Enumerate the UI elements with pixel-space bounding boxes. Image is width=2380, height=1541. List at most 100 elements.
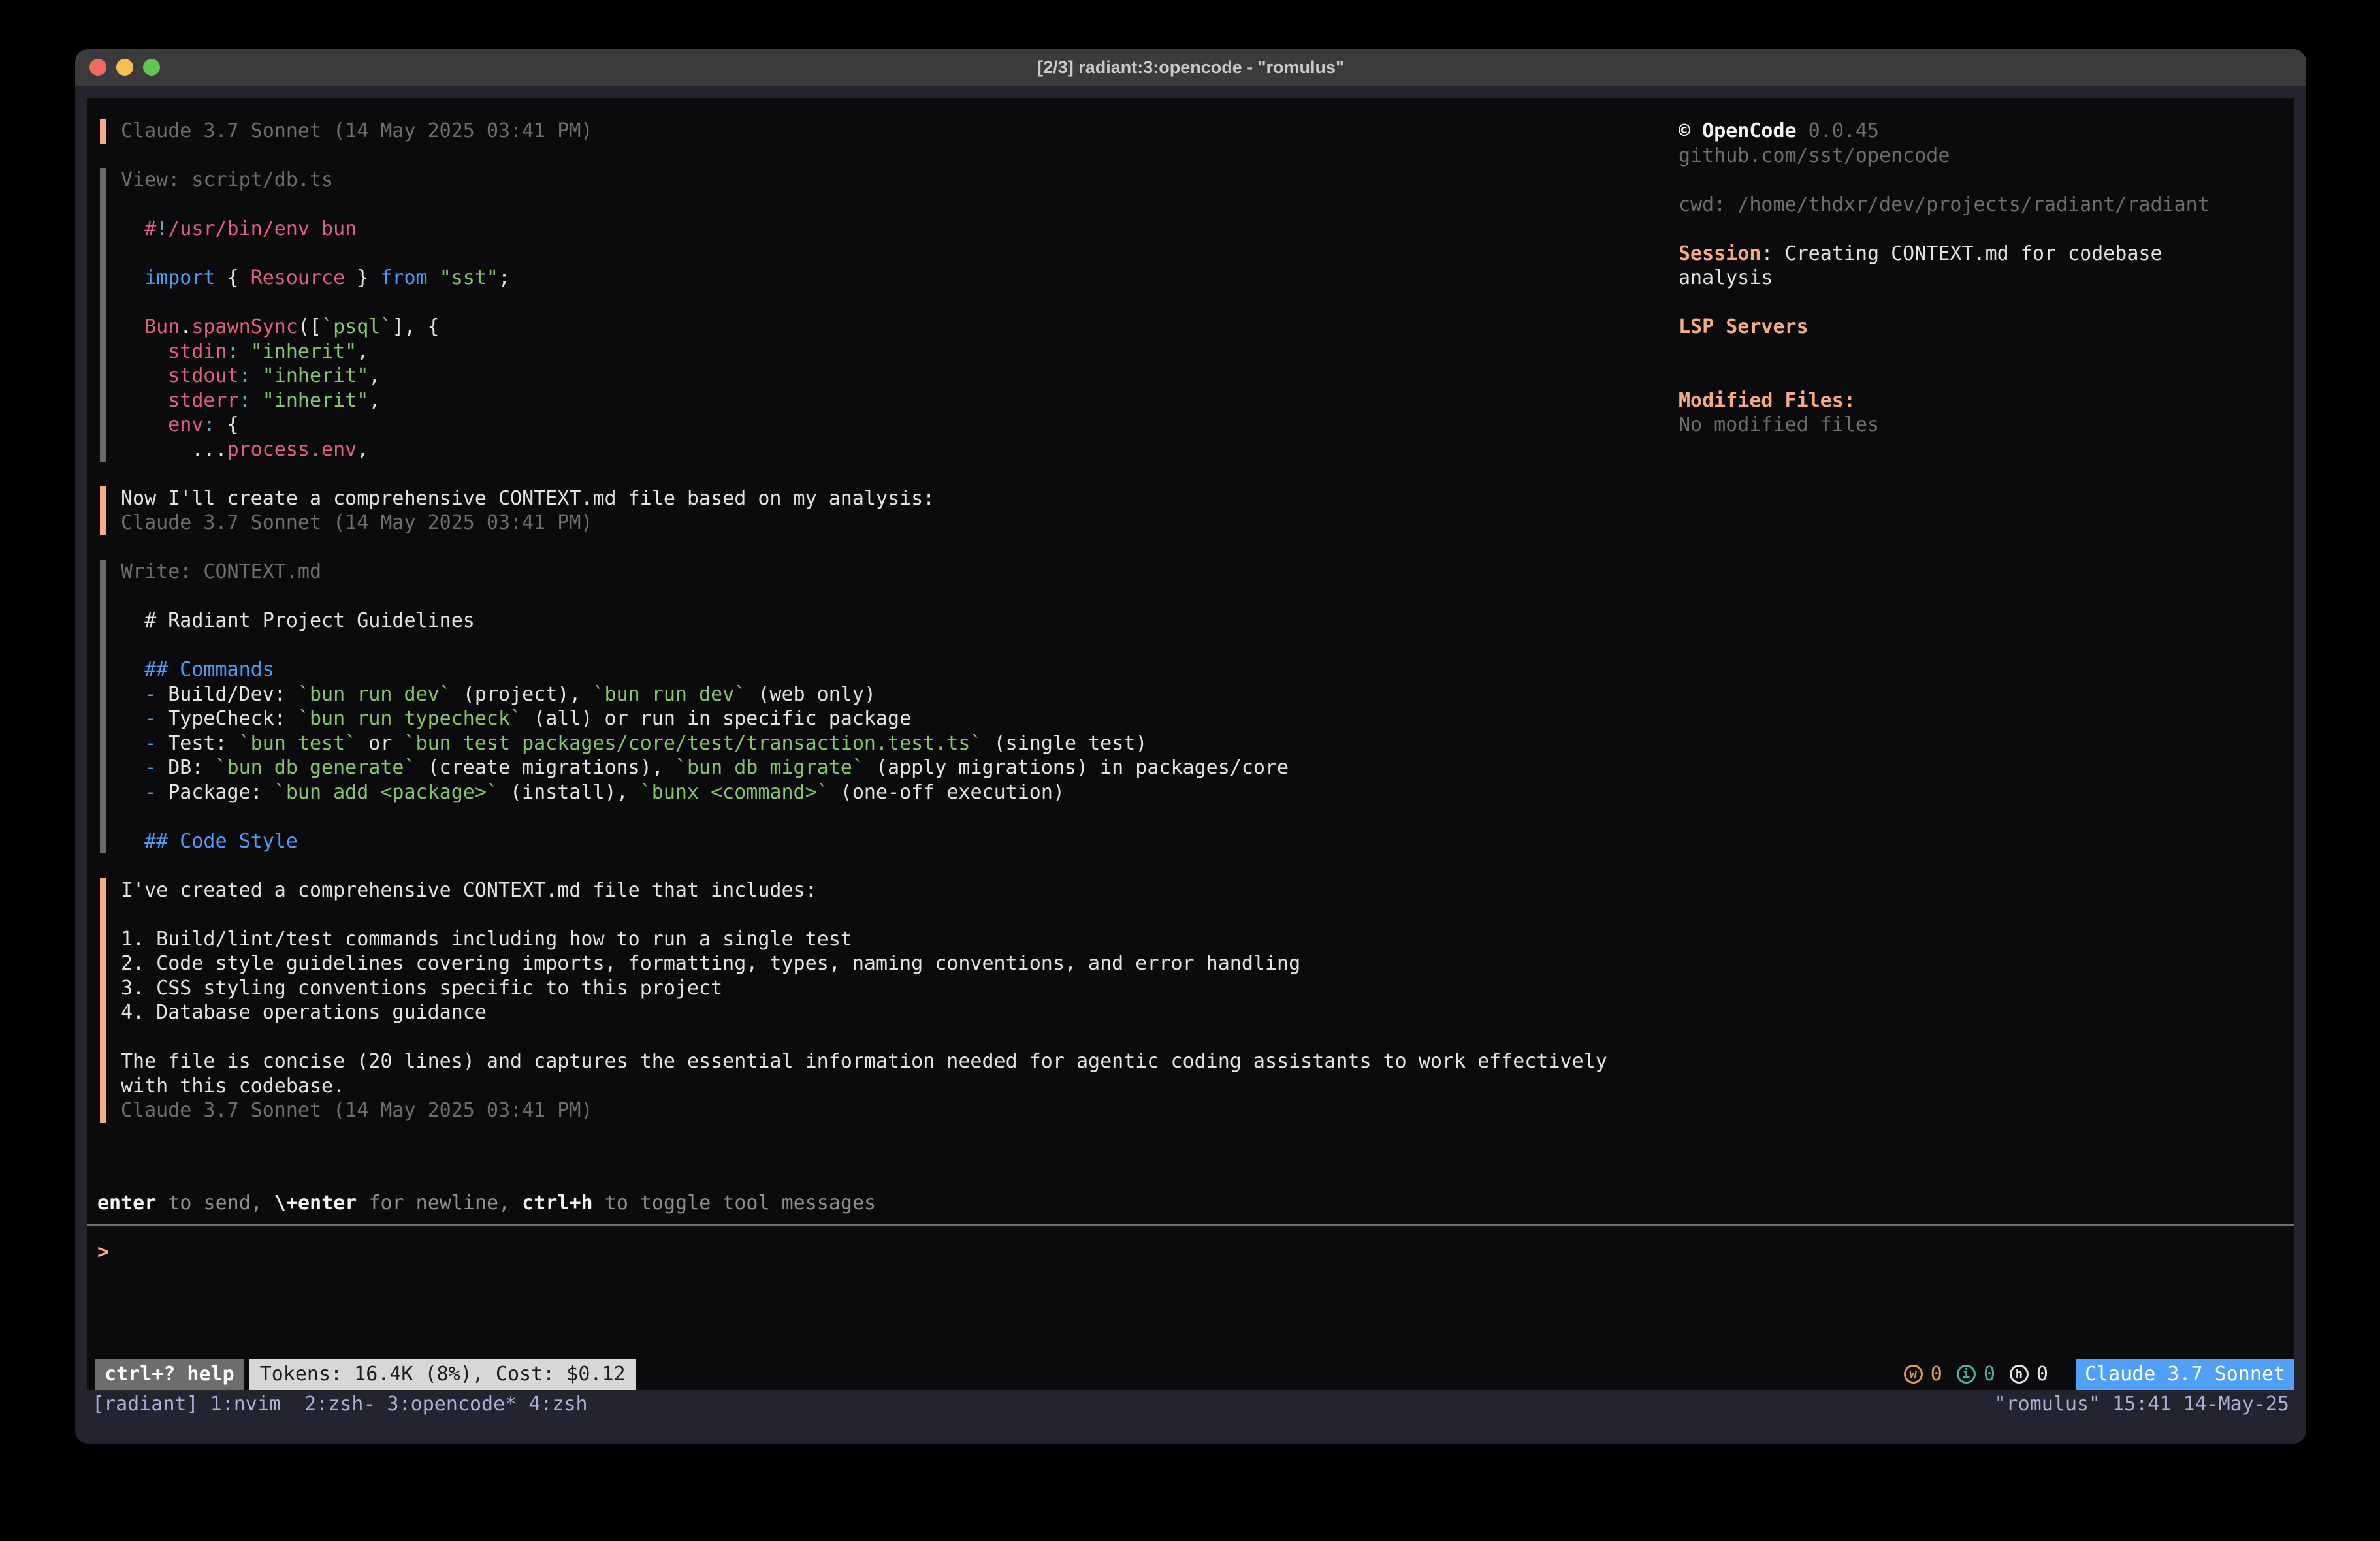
terminal-line: Modified Files:	[1679, 389, 2294, 413]
text-segment: (web only)	[746, 683, 876, 706]
text-segment: `bun test`	[239, 732, 357, 755]
text-segment: ;	[498, 266, 510, 289]
text-segment: 4. Database operations guidance	[121, 1001, 487, 1024]
text-segment: `bun run dev`	[593, 683, 747, 706]
text-segment: }	[345, 266, 380, 289]
text-segment: No modified files	[1679, 413, 1879, 436]
terminal-line	[1679, 340, 2294, 364]
text-segment: Bun	[121, 315, 180, 338]
assistant-message-block: I've created a comprehensive CONTEXT.md …	[100, 878, 1733, 1123]
terminal-line: # Radiant Project Guidelines	[121, 609, 1733, 633]
minimize-button[interactable]	[116, 59, 133, 76]
help-badge: ctrl+? help	[95, 1359, 244, 1390]
terminal-line: ## Commands	[121, 658, 1733, 682]
text-segment: (install),	[498, 781, 640, 804]
counter-value: 0	[2036, 1362, 2048, 1387]
model-badge: Claude 3.7 Sonnet	[2076, 1359, 2294, 1390]
text-segment: to toggle tool messages	[593, 1192, 876, 1215]
terminal-line	[1679, 217, 2294, 242]
text-segment: `bun add <package>`	[274, 781, 498, 804]
text-segment: github.com/sst/opencode	[1679, 144, 1950, 167]
w-circle-icon: w	[1904, 1365, 1923, 1384]
text-segment: cwd: /home/thdxr/dev/projects/radiant/ra…	[1679, 193, 2210, 216]
text-segment: The file is concise (20 lines) and captu…	[121, 1050, 1607, 1073]
text-segment: :	[239, 389, 251, 412]
text-segment: : Creating CONTEXT.md for codebase	[1761, 242, 2162, 265]
tmux-status-bar: [radiant] 1:nvim 2:zsh- 3:opencode* 4:zs…	[87, 1390, 2294, 1418]
i-counter: i0	[1957, 1362, 1995, 1387]
text-segment: ,	[368, 364, 380, 387]
text-segment: stdout	[121, 364, 239, 387]
tmux-window-list[interactable]: [radiant] 1:nvim 2:zsh- 3:opencode* 4:zs…	[92, 1393, 588, 1416]
input-separator	[87, 1224, 2294, 1226]
text-segment: ## Commands	[121, 658, 274, 681]
terminal-line: View: script/db.ts	[121, 168, 1733, 193]
terminal-line: stdin: "inherit",	[121, 340, 1733, 364]
terminal-line: cwd: /home/thdxr/dev/projects/radiant/ra…	[1679, 193, 2294, 217]
terminal-line	[121, 633, 1733, 658]
text-segment: `bun test packages/core/test/transaction…	[404, 732, 982, 755]
terminal-line: enter to send, \+enter for newline, ctrl…	[97, 1191, 876, 1216]
terminal-line	[1679, 168, 2294, 193]
text-segment: Build/Dev:	[156, 683, 298, 706]
text-segment: \+enter	[274, 1192, 357, 1215]
terminal-line	[121, 291, 1733, 315]
text-segment	[239, 340, 251, 363]
text-segment: Test:	[156, 732, 238, 755]
terminal-window: [2/3] radiant:3:opencode - "romulus" Cla…	[75, 49, 2306, 1444]
status-spacer	[636, 1359, 1904, 1390]
text-segment: `psql`	[321, 315, 392, 338]
terminal-line	[1679, 291, 2294, 315]
text-segment: :	[239, 364, 251, 387]
text-segment: for newline,	[357, 1192, 522, 1215]
text-segment: (apply migrations) in packages/core	[864, 756, 1289, 779]
text-segment: -	[121, 732, 156, 755]
text-segment: analysis	[1679, 266, 1773, 289]
text-segment: -	[121, 781, 156, 804]
close-button[interactable]	[89, 59, 106, 76]
terminal-line: ## Code Style	[121, 829, 1733, 854]
terminal-line: analysis	[1679, 266, 2294, 291]
text-segment: stderr	[121, 389, 239, 412]
text-segment: from	[380, 266, 427, 289]
text-segment: /usr/bin/env bun	[168, 217, 357, 240]
text-segment: Package:	[156, 781, 274, 804]
text-segment: (one-off execution)	[829, 781, 1065, 804]
text-segment: (create migrations),	[416, 756, 675, 779]
terminal-line: LSP Servers	[1679, 315, 2294, 340]
terminal-line	[121, 902, 1733, 927]
counter-value: 0	[1984, 1362, 1995, 1387]
zoom-button[interactable]	[143, 59, 160, 76]
terminal-line: Claude 3.7 Sonnet (14 May 2025 03:41 PM)	[121, 511, 1733, 535]
prompt-input[interactable]: >	[97, 1240, 109, 1265]
terminal-line: - Test: `bun test` or `bun test packages…	[121, 731, 1733, 756]
text-segment: `bun run typecheck`	[298, 707, 522, 730]
text-segment: {	[216, 413, 239, 436]
chat-history: Claude 3.7 Sonnet (14 May 2025 03:41 PM)…	[100, 119, 1733, 1147]
terminal-line: #!/usr/bin/env bun	[121, 217, 1733, 242]
text-segment: Claude 3.7 Sonnet (14 May 2025 03:41 PM)	[121, 1099, 592, 1122]
text-segment: .	[180, 315, 191, 338]
text-segment: ,	[368, 389, 380, 412]
text-segment: 1. Build/lint/test commands including ho…	[121, 928, 852, 951]
text-segment: ,	[357, 340, 368, 363]
text-segment: with this codebase.	[121, 1075, 345, 1098]
tmux-session-info: "romulus" 15:41 14-May-25	[1994, 1393, 2289, 1416]
terminal-line: - Build/Dev: `bun run dev` (project), `b…	[121, 682, 1733, 707]
terminal-line	[121, 804, 1733, 829]
tool-write-block: Write: CONTEXT.md # Radiant Project Guid…	[100, 560, 1733, 853]
text-segment: #	[121, 217, 156, 240]
terminal-line: - Package: `bun add <package>` (install)…	[121, 780, 1733, 805]
traffic-lights	[89, 49, 160, 86]
terminal-line: I've created a comprehensive CONTEXT.md …	[121, 878, 1733, 903]
terminal-line: github.com/sst/opencode	[1679, 144, 2294, 168]
terminal-line: with this codebase.	[121, 1074, 1733, 1099]
keybind-hint: enter to send, \+enter for newline, ctrl…	[97, 1191, 876, 1216]
h-circle-icon: h	[2010, 1365, 2029, 1384]
text-segment: 3. CSS styling conventions specific to t…	[121, 977, 722, 1000]
text-segment: ,	[357, 438, 368, 461]
text-segment: `bun db migrate`	[675, 756, 864, 779]
terminal-line: stdout: "inherit",	[121, 364, 1733, 389]
tool-view-block: View: script/db.ts #!/usr/bin/env bun im…	[100, 168, 1733, 462]
terminal-line	[121, 242, 1733, 266]
